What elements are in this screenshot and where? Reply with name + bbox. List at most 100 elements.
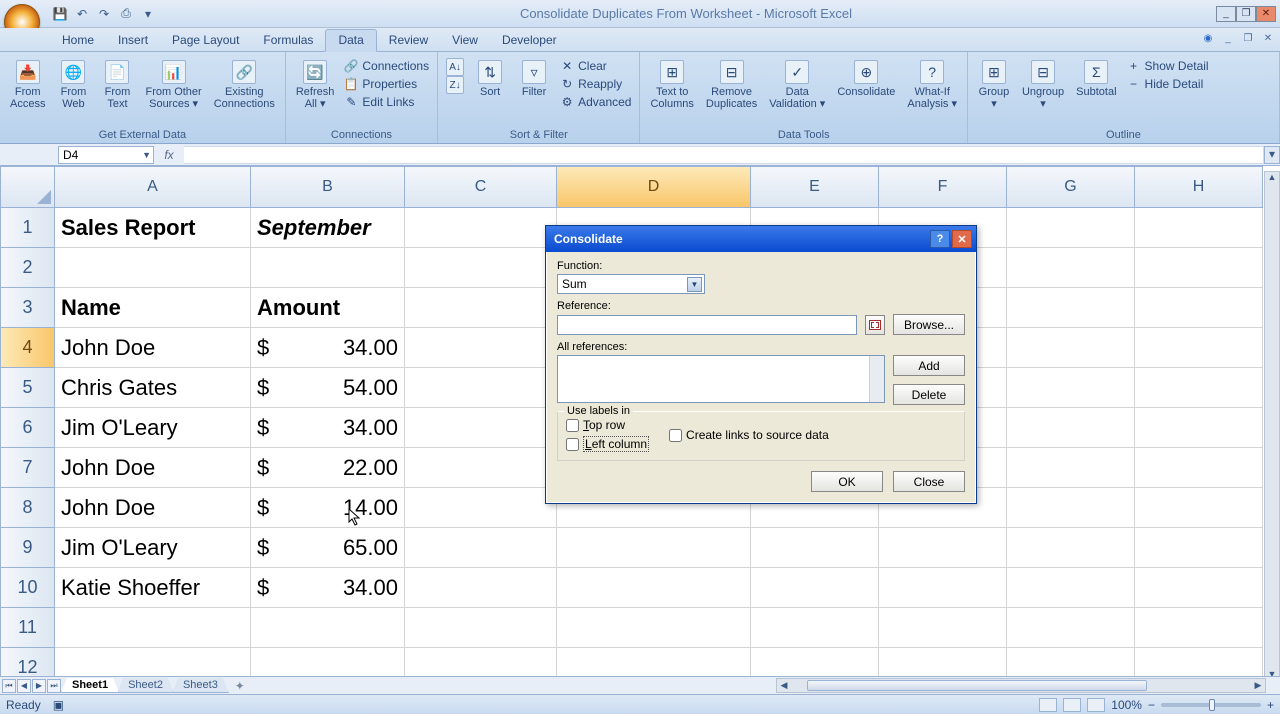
cell-C12[interactable] <box>405 648 557 676</box>
col-header-D[interactable]: D <box>557 166 751 208</box>
cell-F9[interactable] <box>879 528 1007 568</box>
row-header-7[interactable]: 7 <box>0 448 55 488</box>
restore-button[interactable]: ❐ <box>1236 6 1256 22</box>
scroll-up-icon[interactable]: ▲ <box>1265 172 1279 186</box>
cell-B10[interactable]: $34.00 <box>251 568 405 608</box>
cell-G1[interactable] <box>1007 208 1135 248</box>
formula-expand-icon[interactable]: ▾ <box>1264 146 1280 164</box>
col-header-E[interactable]: E <box>751 166 879 208</box>
sort-small-0[interactable]: ✕Clear <box>558 58 633 74</box>
col-header-H[interactable]: H <box>1135 166 1263 208</box>
row-header-6[interactable]: 6 <box>0 408 55 448</box>
cell-G3[interactable] <box>1007 288 1135 328</box>
tools-btn-0[interactable]: ⊞Text to Columns <box>646 58 697 112</box>
vertical-scrollbar[interactable]: ▲ ▼ <box>1264 171 1280 684</box>
cell-A7[interactable]: John Doe <box>55 448 251 488</box>
cell-F10[interactable] <box>879 568 1007 608</box>
row-header-12[interactable]: 12 <box>0 648 55 676</box>
dialog-help-button[interactable]: ? <box>930 230 950 248</box>
tools-btn-2[interactable]: ✓Data Validation ▾ <box>765 58 829 112</box>
dialog-title-bar[interactable]: Consolidate ? ✕ <box>546 226 976 252</box>
cell-D12[interactable] <box>557 648 751 676</box>
view-layout-button[interactable] <box>1063 698 1081 712</box>
cell-H3[interactable] <box>1135 288 1263 328</box>
cell-H9[interactable] <box>1135 528 1263 568</box>
outline-small-0[interactable]: +Show Detail <box>1125 58 1211 74</box>
tab-review[interactable]: Review <box>377 30 440 51</box>
cell-B7[interactable]: $22.00 <box>251 448 405 488</box>
cell-A4[interactable]: John Doe <box>55 328 251 368</box>
cell-E11[interactable] <box>751 608 879 648</box>
sheet-prev-icon[interactable]: ◀ <box>17 679 31 693</box>
scroll-right-icon[interactable]: ▶ <box>1251 680 1265 691</box>
conn-small-2[interactable]: ✎Edit Links <box>342 94 431 110</box>
ext-btn-4[interactable]: 🔗Existing Connections <box>210 58 279 112</box>
cell-E10[interactable] <box>751 568 879 608</box>
cell-F12[interactable] <box>879 648 1007 676</box>
ext-btn-2[interactable]: 📄From Text <box>97 58 137 112</box>
hscroll-thumb[interactable] <box>807 680 1147 691</box>
undo-icon[interactable]: ↶ <box>74 6 90 22</box>
sort-asc-button[interactable]: A↓ <box>444 58 466 76</box>
cell-B5[interactable]: $54.00 <box>251 368 405 408</box>
cell-F11[interactable] <box>879 608 1007 648</box>
cell-H5[interactable] <box>1135 368 1263 408</box>
cell-H4[interactable] <box>1135 328 1263 368</box>
tab-developer[interactable]: Developer <box>490 30 569 51</box>
tools-btn-3[interactable]: ⊕Consolidate <box>833 58 899 100</box>
filter-button[interactable]: ▿Filter <box>514 58 554 100</box>
cell-A5[interactable]: Chris Gates <box>55 368 251 408</box>
range-picker-button[interactable] <box>865 315 885 335</box>
ext-btn-1[interactable]: 🌐From Web <box>53 58 93 112</box>
minimize-button[interactable]: _ <box>1216 6 1236 22</box>
sheet-last-icon[interactable]: ⏭ <box>47 679 61 693</box>
zoom-level[interactable]: 100% <box>1111 698 1142 712</box>
tools-btn-4[interactable]: ?What-If Analysis ▾ <box>903 58 961 112</box>
delete-button[interactable]: Delete <box>893 384 965 405</box>
doc-restore-button[interactable]: ❐ <box>1240 30 1256 46</box>
col-header-G[interactable]: G <box>1007 166 1135 208</box>
reference-input[interactable] <box>557 315 857 335</box>
formula-input[interactable] <box>184 146 1264 164</box>
left-column-checkbox[interactable]: Left column <box>566 436 649 452</box>
cell-H6[interactable] <box>1135 408 1263 448</box>
zoom-slider[interactable] <box>1161 703 1261 707</box>
cell-C1[interactable] <box>405 208 557 248</box>
cell-H12[interactable] <box>1135 648 1263 676</box>
close-button[interactable]: ✕ <box>1256 6 1276 22</box>
cell-B8[interactable]: $14.00 <box>251 488 405 528</box>
cell-B3[interactable]: Amount <box>251 288 405 328</box>
cell-H10[interactable] <box>1135 568 1263 608</box>
cell-C10[interactable] <box>405 568 557 608</box>
create-links-checkbox[interactable]: Create links to source data <box>669 428 829 442</box>
cell-B11[interactable] <box>251 608 405 648</box>
cell-C7[interactable] <box>405 448 557 488</box>
sheet-tab-sheet1[interactable]: Sheet1 <box>61 678 119 693</box>
row-header-5[interactable]: 5 <box>0 368 55 408</box>
all-references-list[interactable] <box>557 355 885 403</box>
row-header-9[interactable]: 9 <box>0 528 55 568</box>
cell-D9[interactable] <box>557 528 751 568</box>
function-select[interactable]: Sum ▼ <box>557 274 705 294</box>
cell-D10[interactable] <box>557 568 751 608</box>
col-header-C[interactable]: C <box>405 166 557 208</box>
macro-record-icon[interactable]: ▣ <box>53 698 64 712</box>
redo-icon[interactable]: ↷ <box>96 6 112 22</box>
col-header-B[interactable]: B <box>251 166 405 208</box>
doc-minimize-button[interactable]: _ <box>1220 30 1236 46</box>
sheet-tab-sheet3[interactable]: Sheet3 <box>172 678 229 693</box>
ext-btn-0[interactable]: 📥From Access <box>6 58 49 112</box>
tab-home[interactable]: Home <box>50 30 106 51</box>
tab-data[interactable]: Data <box>325 29 376 52</box>
namebox-dropdown-icon[interactable]: ▼ <box>142 150 151 160</box>
cell-E12[interactable] <box>751 648 879 676</box>
outline-btn-2[interactable]: ΣSubtotal <box>1072 58 1120 112</box>
add-button[interactable]: Add <box>893 355 965 376</box>
outline-btn-1[interactable]: ⊟Ungroup ▾ <box>1018 58 1068 112</box>
refresh-all-button[interactable]: 🔄 Refresh All ▾ <box>292 58 339 112</box>
sort-desc-button[interactable]: Z↓ <box>444 76 466 94</box>
conn-small-0[interactable]: 🔗Connections <box>342 58 431 74</box>
print-icon[interactable]: ⎙ <box>118 6 134 22</box>
cell-B9[interactable]: $65.00 <box>251 528 405 568</box>
cell-H1[interactable] <box>1135 208 1263 248</box>
